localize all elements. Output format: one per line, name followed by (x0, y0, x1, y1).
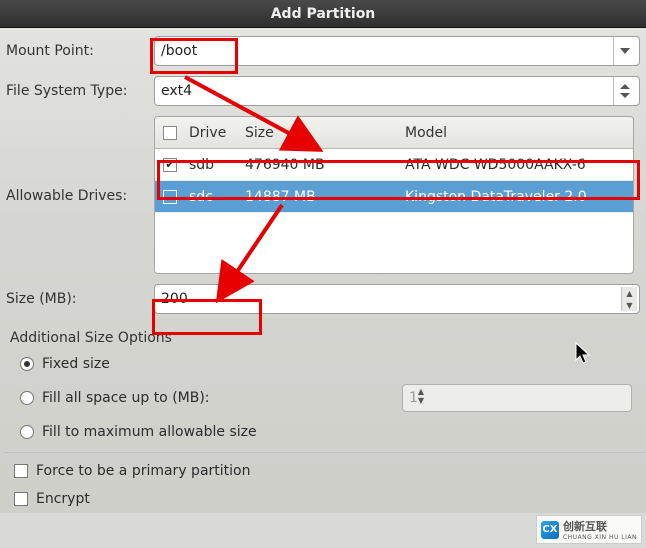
row-checkbox[interactable] (163, 190, 177, 204)
col-header-size[interactable]: Size (245, 125, 405, 141)
fs-type-value: ext4 (161, 83, 192, 99)
watermark-text: 创新互联 (563, 518, 637, 534)
chevron-down-icon[interactable] (613, 37, 635, 65)
spin-down-icon[interactable]: ▼ (622, 299, 637, 311)
window-title: Add Partition (271, 6, 376, 22)
drive-table-header: Drive Size Model (155, 117, 633, 149)
radio-fixed-size-label: Fixed size (42, 356, 110, 372)
watermark-logo-icon: CX (541, 521, 559, 539)
col-header-model[interactable]: Model (405, 125, 633, 141)
size-spinbox[interactable]: 200 ▲ ▼ (154, 284, 640, 314)
drive-table-empty (155, 213, 633, 273)
col-header-drive[interactable]: Drive (185, 125, 245, 141)
mount-point-combo[interactable]: /boot (154, 36, 640, 66)
cell-model: Kingston DataTraveler 2.0 (405, 189, 633, 205)
spin-up-icon: ▲ (418, 387, 424, 396)
drive-table: Drive Size Model sdb476940 MBATA WDC WD5… (154, 116, 634, 274)
encrypt-label: Encrypt (36, 491, 90, 507)
cell-drive: sdc (185, 189, 245, 205)
encrypt-checkbox[interactable] (14, 492, 28, 506)
additional-size-header: Additional Size Options (4, 324, 646, 350)
radio-fill-up-to-label: Fill all space up to (MB): (42, 390, 210, 406)
force-primary-row[interactable]: Force to be a primary partition (4, 452, 646, 485)
watermark: CX 创新互联 CHUANG XIN HU LIAN (536, 515, 642, 544)
encrypt-row[interactable]: Encrypt (4, 485, 646, 513)
fill-up-to-value: 1 (409, 390, 418, 406)
radio-fill-max[interactable] (20, 425, 34, 439)
radio-fill-max-label: Fill to maximum allowable size (42, 424, 257, 440)
updown-icon[interactable] (613, 77, 635, 105)
force-primary-checkbox[interactable] (14, 464, 28, 478)
radio-fixed-size[interactable] (20, 357, 34, 371)
allowable-drives-label: Allowable Drives: (4, 116, 154, 204)
fill-up-to-spinbox: 1 ▲ ▼ (402, 384, 632, 412)
cell-drive: sdb (185, 157, 245, 173)
cell-model: ATA WDC WD5000AAKX-6 (405, 157, 633, 173)
spin-down-icon: ▼ (418, 396, 424, 405)
radio-fill-up-to-row[interactable]: Fill all space up to (MB): 1 ▲ ▼ (4, 378, 646, 418)
row-checkbox[interactable] (163, 158, 177, 172)
size-label: Size (MB): (4, 291, 154, 307)
fs-type-label: File System Type: (4, 83, 154, 99)
fs-type-combo[interactable]: ext4 (154, 76, 640, 106)
dialog-content: Mount Point: /boot File System Type: ext… (0, 28, 646, 513)
table-row[interactable]: sdb476940 MBATA WDC WD5000AAKX-6 (155, 149, 633, 181)
spin-up-icon[interactable]: ▲ (622, 287, 637, 299)
window-titlebar: Add Partition (0, 0, 646, 28)
radio-fixed-size-row[interactable]: Fixed size (4, 350, 646, 378)
cell-size: 14887 MB (245, 189, 405, 205)
watermark-sub: CHUANG XIN HU LIAN (563, 534, 637, 541)
radio-fill-max-row[interactable]: Fill to maximum allowable size (4, 418, 646, 446)
header-checkbox[interactable] (163, 126, 177, 140)
table-row[interactable]: sdc14887 MBKingston DataTraveler 2.0 (155, 181, 633, 213)
cell-size: 476940 MB (245, 157, 405, 173)
mount-point-value: /boot (161, 43, 197, 59)
force-primary-label: Force to be a primary partition (36, 463, 250, 479)
radio-fill-up-to[interactable] (20, 391, 34, 405)
mount-point-label: Mount Point: (4, 43, 154, 59)
size-value: 200 (161, 291, 188, 307)
